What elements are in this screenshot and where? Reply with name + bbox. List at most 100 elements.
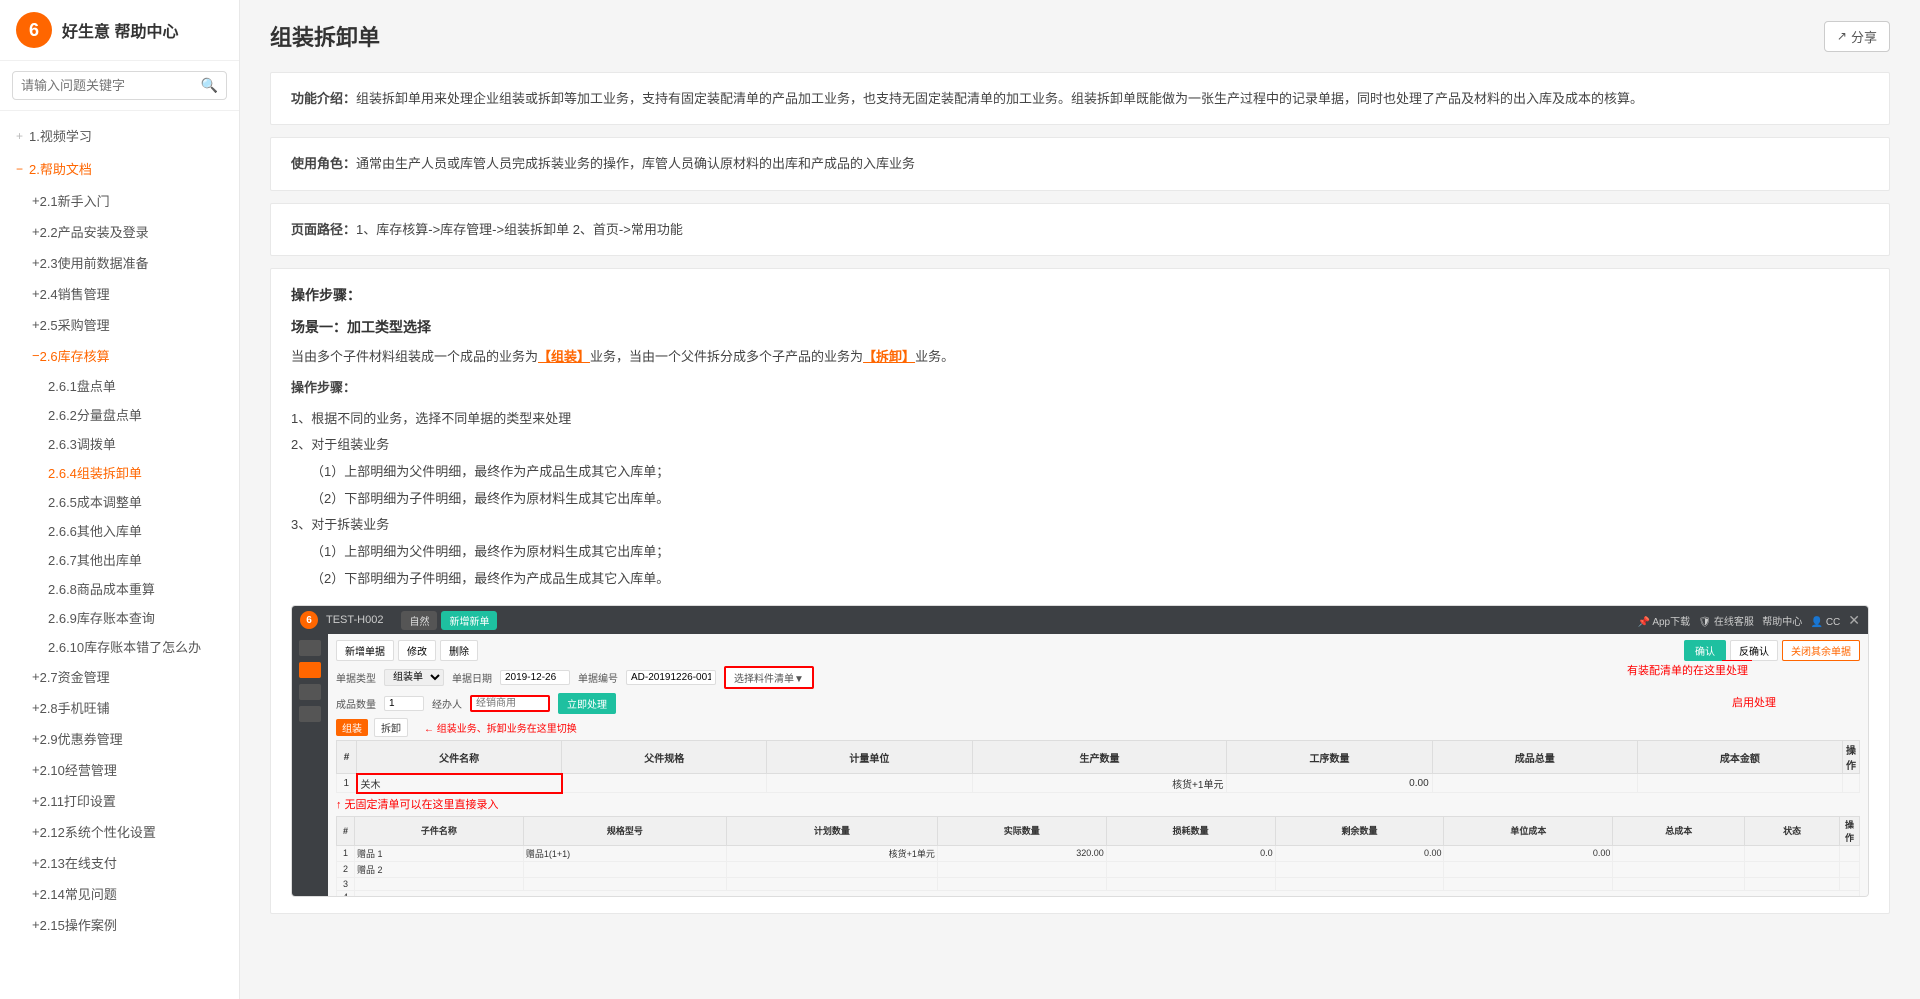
sidebar-item-label: 2.6.8商品成本重算: [48, 579, 155, 598]
ss-btn-bom-select[interactable]: 选择料件清单▼: [724, 666, 814, 689]
role-text: 通常由生产人员或库管人员完成拆装业务的操作，库管人员确认原材料的出库和产成品的入…: [356, 156, 915, 171]
sidebar-item-label: 2.6.2分量盘点单: [48, 405, 142, 424]
sub-step-d1: （1）上部明细为父件明细，最终作为原材料生成其它出库单；: [311, 540, 1869, 565]
page-title: 组装拆卸单: [270, 20, 380, 52]
annotation-bom-line: [1722, 660, 1752, 661]
sidebar-item-stockcheck[interactable]: 2.6.9库存账本查询: [0, 603, 239, 632]
sidebar-item-adjust[interactable]: 2.6.3调拨单: [0, 429, 239, 458]
collapse-icon: −: [16, 162, 23, 176]
ss-btn-apply[interactable]: 立即处理: [558, 693, 616, 714]
screenshot-inner: 6 TEST-H002 自然 新增新单 📌 App下载 🛡 在线客服 帮助中心 …: [292, 606, 1868, 896]
ss-table1: # 父件名称 父件规格 计量单位 生产数量 工序数量 成品总量 成本金额 操作: [336, 740, 1860, 794]
share-button[interactable]: ↗ 分享: [1824, 21, 1890, 52]
ss-left-icon-1: [299, 640, 321, 656]
sidebar-item-otherinbound[interactable]: 2.6.6其他入库单: [0, 516, 239, 545]
search-input[interactable]: [21, 78, 201, 93]
sidebar-item-label: 2.6.3调拨单: [48, 434, 116, 453]
sidebar-item-mobile[interactable]: + 2.8手机旺铺: [0, 692, 239, 723]
expand-icon: +: [32, 917, 40, 932]
ss-order-input[interactable]: [626, 670, 716, 685]
ss-btn-new[interactable]: 新增单据: [336, 640, 394, 661]
sidebar-item-coupon[interactable]: + 2.9优惠券管理: [0, 723, 239, 754]
sidebar-item-personalize[interactable]: + 2.12系统个性化设置: [0, 816, 239, 847]
sidebar-item-assembly[interactable]: 2.6.4组装拆卸单: [0, 458, 239, 487]
sidebar-item-label: 2.6库存核算: [40, 346, 110, 365]
sidebar-item-label: 2.9优惠券管理: [40, 729, 123, 748]
annotation-switch: ← 组装业务、拆卸业务在这里切换: [424, 720, 577, 735]
ss-topright: 📌 App下载 🛡 在线客服 帮助中心 👤 CC: [1638, 613, 1841, 628]
sidebar-item-faq[interactable]: + 2.14常见问题: [0, 878, 239, 909]
table-row: 2 赠品 2: [337, 861, 1860, 877]
path-section: 页面路径：1、库存核算->库存管理->组装拆卸单 2、首页->常用功能: [270, 203, 1890, 256]
expand-icon: +: [32, 824, 40, 839]
sub-step-a1: （1）上部明细为父件明细，最终作为产成品生成其它入库单；: [311, 460, 1869, 485]
ss-tab-disassemble[interactable]: 拆卸: [374, 718, 408, 737]
ss-close-icon[interactable]: ✕: [1848, 612, 1860, 629]
table-row: 4: [337, 890, 1860, 896]
th-seq: #: [337, 741, 357, 774]
ss-btn-other[interactable]: 反确认: [1730, 640, 1778, 661]
ss-btn-close-others[interactable]: 关闭其余单据: [1782, 640, 1860, 661]
sidebar-item-label: 2.6.10库存账本错了怎么办: [48, 637, 201, 656]
sidebar-item-label: 1.视频学习: [29, 126, 92, 145]
main-content: 组装拆卸单 ↗ 分享 功能介绍：组装拆卸单用来处理企业组装或拆卸等加工业务，支持…: [240, 0, 1920, 999]
search-icon: 🔍: [201, 77, 218, 94]
table-row: 3: [337, 877, 1860, 890]
sidebar-item-stocktake[interactable]: 2.6.1盘点单: [0, 371, 239, 400]
ss-btn-edit[interactable]: 修改: [398, 640, 436, 661]
ss-person-input[interactable]: [470, 695, 550, 712]
sidebar-item-costrecalc[interactable]: 2.6.8商品成本重算: [0, 574, 239, 603]
ss-field-date-label: 单据日期: [452, 670, 492, 685]
ss-tab1[interactable]: 自然: [401, 611, 437, 630]
sidebar-item-label: 2.13在线支付: [40, 853, 117, 872]
expand-icon: +: [32, 317, 40, 332]
sidebar-item-video[interactable]: + 1.视频学习: [0, 119, 239, 152]
th-unit: 计量单位: [767, 741, 972, 774]
expand-icon: +: [32, 224, 40, 239]
search-input-wrap[interactable]: 🔍: [12, 71, 227, 100]
sidebar-item-label: 2.6.1盘点单: [48, 376, 116, 395]
ss-btn-confirm[interactable]: 确认: [1684, 640, 1726, 661]
annotation-bom: 有装配清单的在这里处理: [1627, 662, 1748, 678]
sidebar-item-label: 2.12系统个性化设置: [40, 822, 156, 841]
sidebar-item-finance[interactable]: + 2.7资金管理: [0, 661, 239, 692]
sidebar-item-label: 2.7资金管理: [40, 667, 110, 686]
sidebar-item-purchase[interactable]: + 2.5采购管理: [0, 309, 239, 340]
sidebar-item-costadj[interactable]: 2.6.5成本调整单: [0, 487, 239, 516]
sidebar-item-sales[interactable]: + 2.4销售管理: [0, 278, 239, 309]
ss-date-input[interactable]: [500, 670, 570, 685]
sidebar-header: 6 好生意 帮助中心: [0, 0, 239, 61]
sidebar-item-cases[interactable]: + 2.15操作案例: [0, 909, 239, 940]
ss-btn-del[interactable]: 删除: [440, 640, 478, 661]
sidebar-item-newbie[interactable]: + 2.1新手入门: [0, 185, 239, 216]
sidebar-item-stockerror[interactable]: 2.6.10库存账本错了怎么办: [0, 632, 239, 661]
sidebar-item-print[interactable]: + 2.11打印设置: [0, 785, 239, 816]
sub-steps-assemble: （1）上部明细为父件明细，最终作为产成品生成其它入库单； （2）下部明细为子件明…: [311, 460, 1869, 511]
ss-count-input[interactable]: [384, 696, 424, 711]
expand-icon: +: [32, 255, 40, 270]
sidebar-item-inventory[interactable]: − 2.6库存核算: [0, 340, 239, 371]
sidebar-item-onlinepay[interactable]: + 2.13在线支付: [0, 847, 239, 878]
sidebar-item-label: 2.10经营管理: [40, 760, 117, 779]
ss-tab2[interactable]: 新增新单: [441, 611, 497, 630]
expand-icon: +: [32, 669, 40, 684]
ss-type-select[interactable]: 组装单拆卸单: [384, 669, 444, 686]
th-action: 操作: [1843, 741, 1860, 774]
sidebar-item-otheroutbound[interactable]: 2.6.7其他出库单: [0, 545, 239, 574]
sidebar-item-ops[interactable]: + 2.10经营管理: [0, 754, 239, 785]
sidebar-item-label: 2.6.4组装拆卸单: [48, 463, 142, 482]
screenshot-wrapper: 6 TEST-H002 自然 新增新单 📌 App下载 🛡 在线客服 帮助中心 …: [291, 605, 1869, 897]
th-parent-spec: 父件规格: [562, 741, 767, 774]
annotation-apply: 启用处理: [1732, 694, 1776, 710]
sidebar-item-docs[interactable]: − 2.帮助文档: [0, 152, 239, 185]
ops-steps-title: 操作步骤：: [291, 376, 1869, 401]
sidebar-item-prepare[interactable]: + 2.3使用前数据准备: [0, 247, 239, 278]
ops-title: 操作步骤：: [291, 285, 1869, 305]
ss-logo: 6: [300, 611, 318, 629]
sidebar-item-partstocktake[interactable]: 2.6.2分量盘点单: [0, 400, 239, 429]
ss-id: TEST-H002: [326, 614, 383, 626]
page-header: 组装拆卸单 ↗ 分享: [270, 20, 1890, 52]
ss-tab-assemble[interactable]: 组装: [336, 719, 368, 736]
sidebar-item-install[interactable]: + 2.2产品安装及登录: [0, 216, 239, 247]
annotation-nofixed: ↑ 无固定清单可以在这里直接录入: [336, 796, 1860, 812]
